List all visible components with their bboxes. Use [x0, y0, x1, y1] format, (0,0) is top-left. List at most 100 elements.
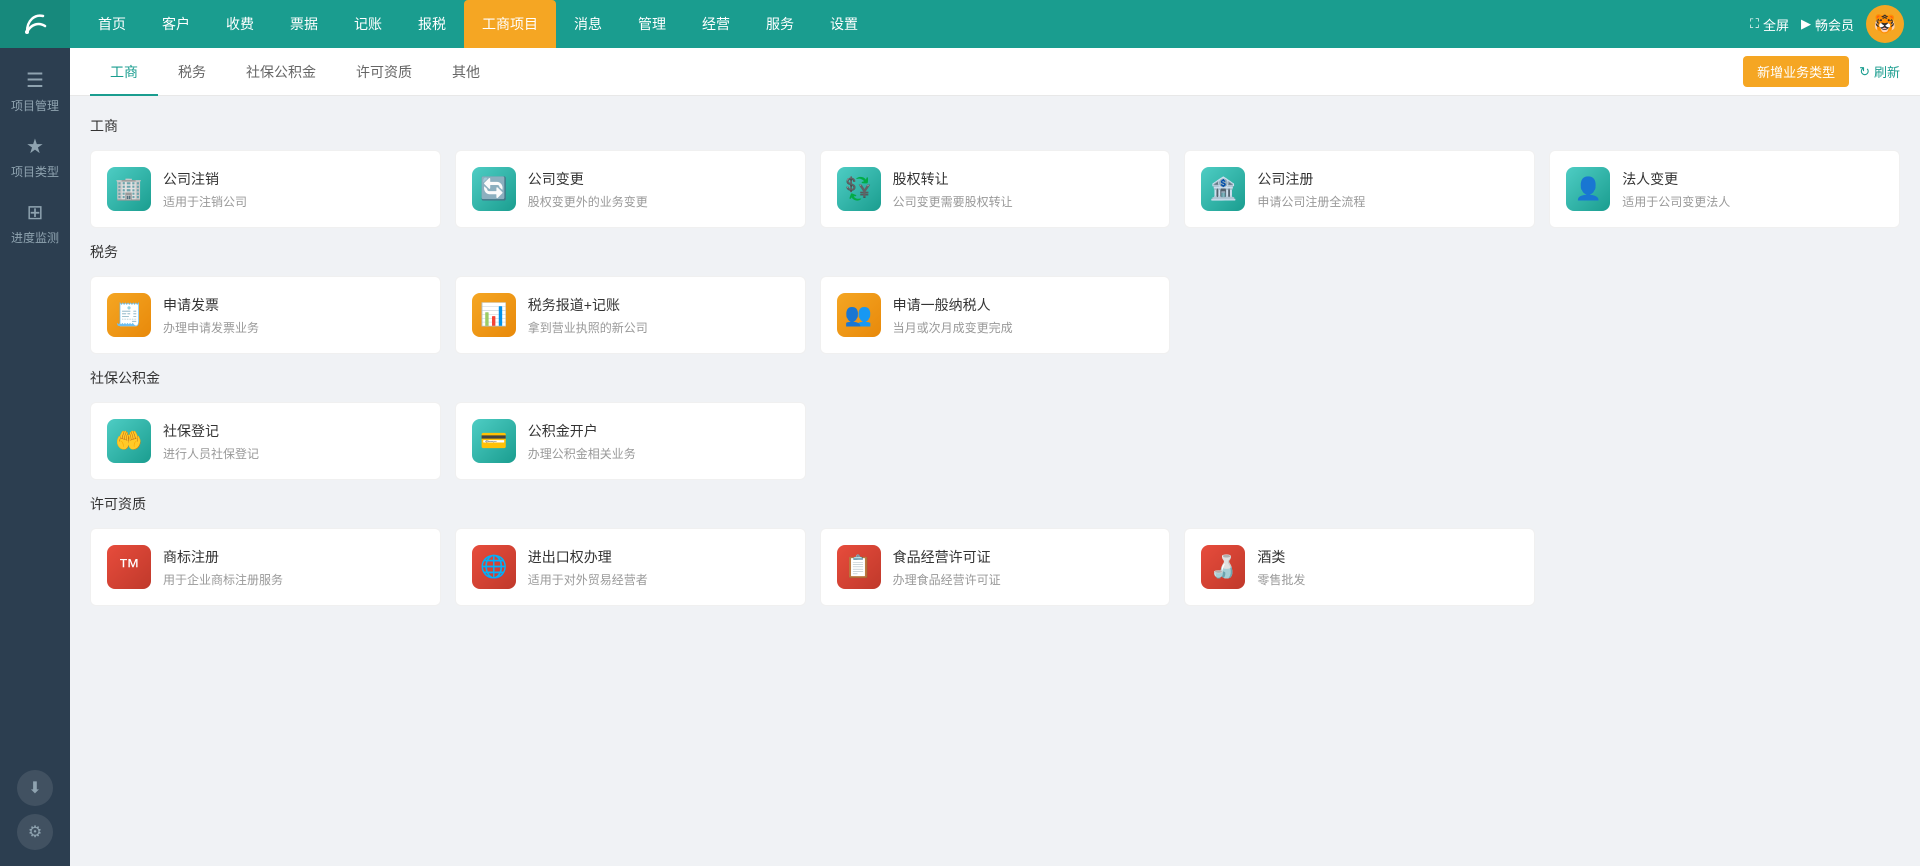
card-text: 申请发票 办理申请发票业务	[163, 295, 424, 336]
service-card-酒类[interactable]: 🍶 酒类 零售批发	[1184, 528, 1535, 606]
nav-right: ⛶ 全屏 ▶ 畅会员 🐯	[1750, 5, 1920, 43]
sidebar-icon: ⊞	[27, 200, 44, 225]
sidebar-item-项目管理[interactable]: ☰ 项目管理	[0, 58, 70, 124]
card-desc: 拿到营业执照的新公司	[528, 319, 789, 336]
card-icon: 👤	[1566, 167, 1610, 211]
download-icon-button[interactable]: ⬇	[17, 770, 53, 806]
refresh-label: 刷新	[1874, 62, 1900, 81]
nav-item-记账[interactable]: 记账	[336, 0, 400, 48]
card-icon: 📋	[837, 545, 881, 589]
nav-item-客户[interactable]: 客户	[144, 0, 208, 48]
card-title: 法人变更	[1622, 169, 1883, 189]
refresh-icon: ↻	[1859, 64, 1870, 80]
sidebar-label: 项目管理	[11, 97, 59, 114]
card-title: 商标注册	[163, 547, 424, 567]
section-许可资质: 许可资质™商标注册 用于企业商标注册服务🌐进出口权办理 适用于对外贸易经营者📋食…	[90, 494, 1900, 606]
nav-item-票据[interactable]: 票据	[272, 0, 336, 48]
tab-工商[interactable]: 工商	[90, 48, 158, 96]
card-desc: 申请公司注册全流程	[1257, 193, 1518, 210]
card-icon: 🔄	[472, 167, 516, 211]
card-title: 申请一般纳税人	[893, 295, 1154, 315]
nav-item-首页[interactable]: 首页	[80, 0, 144, 48]
section-title: 社保公积金	[90, 368, 1900, 388]
section-税务: 税务🧾申请发票 办理申请发票业务📊税务报道+记账 拿到营业执照的新公司👥申请一般…	[90, 242, 1900, 354]
card-desc: 进行人员社保登记	[163, 445, 424, 462]
tab-bar: 工商税务社保公积金许可资质其他 新增业务类型 ↻ 刷新	[70, 48, 1920, 96]
refresh-button[interactable]: ↻ 刷新	[1859, 62, 1900, 81]
nav-item-经营[interactable]: 经营	[684, 0, 748, 48]
fullscreen-icon: ⛶	[1750, 16, 1759, 32]
card-text: 商标注册 用于企业商标注册服务	[163, 547, 424, 588]
card-text: 公司注册 申请公司注册全流程	[1257, 169, 1518, 210]
card-title: 税务报道+记账	[528, 295, 789, 315]
service-card-申请发票[interactable]: 🧾 申请发票 办理申请发票业务	[90, 276, 441, 354]
sidebar-label: 项目类型	[11, 163, 59, 180]
card-icon: 🏦	[1201, 167, 1245, 211]
card-desc: 零售批发	[1257, 571, 1518, 588]
card-desc: 适用于注销公司	[163, 193, 424, 210]
nav-item-工商项目[interactable]: 工商项目	[464, 0, 556, 48]
service-card-税务报道+记账[interactable]: 📊税务报道+记账 拿到营业执照的新公司	[455, 276, 806, 354]
nav-item-服务[interactable]: 服务	[748, 0, 812, 48]
tab-许可资质[interactable]: 许可资质	[336, 48, 432, 96]
service-card-进出口权办理[interactable]: 🌐进出口权办理 适用于对外贸易经营者	[455, 528, 806, 606]
card-icon: 👥	[837, 293, 881, 337]
service-card-社保登记[interactable]: 🤲 社保登记 进行人员社保登记	[90, 402, 441, 480]
card-desc: 办理申请发票业务	[163, 319, 424, 336]
nav-item-设置[interactable]: 设置	[812, 0, 876, 48]
member-button[interactable]: ▶ 畅会员	[1801, 15, 1854, 34]
fullscreen-label: 全屏	[1763, 15, 1789, 34]
sidebar-bottom: ⬇ ⚙	[17, 770, 53, 850]
card-icon: 💱	[837, 167, 881, 211]
section-title: 工商	[90, 116, 1900, 136]
tab-社保公积金[interactable]: 社保公积金	[226, 48, 336, 96]
sidebar-label: 进度监测	[11, 229, 59, 246]
nav-item-收费[interactable]: 收费	[208, 0, 272, 48]
fullscreen-button[interactable]: ⛶ 全屏	[1750, 15, 1789, 34]
sidebar-item-项目类型[interactable]: ★ 项目类型	[0, 124, 70, 190]
service-card-法人变更[interactable]: 👤法人变更 适用于公司变更法人	[1549, 150, 1900, 228]
cards-grid: 🤲 社保登记 进行人员社保登记 💳 公积金开户 办理公积金相关业务	[90, 402, 1900, 480]
service-card-食品经营许可证[interactable]: 📋 食品经营许可证 办理食品经营许可证	[820, 528, 1171, 606]
service-card-公司变更[interactable]: 🔄公司变更 股权变更外的业务变更	[455, 150, 806, 228]
tab-bar-actions: 新增业务类型 ↻ 刷新	[1743, 56, 1900, 87]
cards-grid: 🏢公司注销 适用于注销公司🔄公司变更 股权变更外的业务变更 💱 股权转让 公司变更需…	[90, 150, 1900, 228]
service-card-公积金开户[interactable]: 💳 公积金开户 办理公积金相关业务	[455, 402, 806, 480]
service-card-商标注册[interactable]: ™商标注册 用于企业商标注册服务	[90, 528, 441, 606]
card-text: 申请一般纳税人 当月或次月成变更完成	[893, 295, 1154, 336]
card-icon: 🤲	[107, 419, 151, 463]
card-desc: 办理食品经营许可证	[893, 571, 1154, 588]
add-type-button[interactable]: 新增业务类型	[1743, 56, 1849, 87]
app-logo[interactable]	[0, 0, 70, 48]
card-text: 公积金开户 办理公积金相关业务	[528, 421, 789, 462]
card-title: 公司注册	[1257, 169, 1518, 189]
member-label: 畅会员	[1815, 15, 1854, 34]
member-icon: ▶	[1801, 16, 1811, 32]
settings-icon-button[interactable]: ⚙	[17, 814, 53, 850]
card-icon: 💳	[472, 419, 516, 463]
nav-menu: 首页客户收费票据记账报税工商项目消息管理经营服务设置	[70, 0, 1750, 48]
card-icon: 🧾	[107, 293, 151, 337]
main-content: 工商税务社保公积金许可资质其他 新增业务类型 ↻ 刷新 工商🏢公司注销 适用于注…	[70, 48, 1920, 866]
card-title: 申请发票	[163, 295, 424, 315]
service-card-股权转让[interactable]: 💱 股权转让 公司变更需要股权转让	[820, 150, 1171, 228]
card-title: 酒类	[1257, 547, 1518, 567]
service-card-公司注销[interactable]: 🏢公司注销 适用于注销公司	[90, 150, 441, 228]
card-text: 社保登记 进行人员社保登记	[163, 421, 424, 462]
content-scroll[interactable]: 工商 🏢公司注销 适用于注销公司🔄公司变更 股权变更外的业务变更 💱 股权转让 公司变…	[70, 96, 1920, 866]
tab-其他[interactable]: 其他	[432, 48, 500, 96]
service-card-公司注册[interactable]: 🏦 公司注册 申请公司注册全流程	[1184, 150, 1535, 228]
nav-item-管理[interactable]: 管理	[620, 0, 684, 48]
service-card-申请一般纳税人[interactable]: 👥 申请一般纳税人 当月或次月成变更完成	[820, 276, 1171, 354]
card-desc: 用于企业商标注册服务	[163, 571, 424, 588]
sidebar-item-进度监测[interactable]: ⊞ 进度监测	[0, 190, 70, 256]
card-desc: 适用于对外贸易经营者	[528, 571, 789, 588]
card-text: 股权转让 公司变更需要股权转让	[893, 169, 1154, 210]
card-icon: 🍶	[1201, 545, 1245, 589]
card-text: 食品经营许可证 办理食品经营许可证	[893, 547, 1154, 588]
nav-item-报税[interactable]: 报税	[400, 0, 464, 48]
mascot-avatar[interactable]: 🐯	[1866, 5, 1904, 43]
tab-税务[interactable]: 税务	[158, 48, 226, 96]
nav-item-消息[interactable]: 消息	[556, 0, 620, 48]
card-text: 税务报道+记账 拿到营业执照的新公司	[528, 295, 789, 336]
